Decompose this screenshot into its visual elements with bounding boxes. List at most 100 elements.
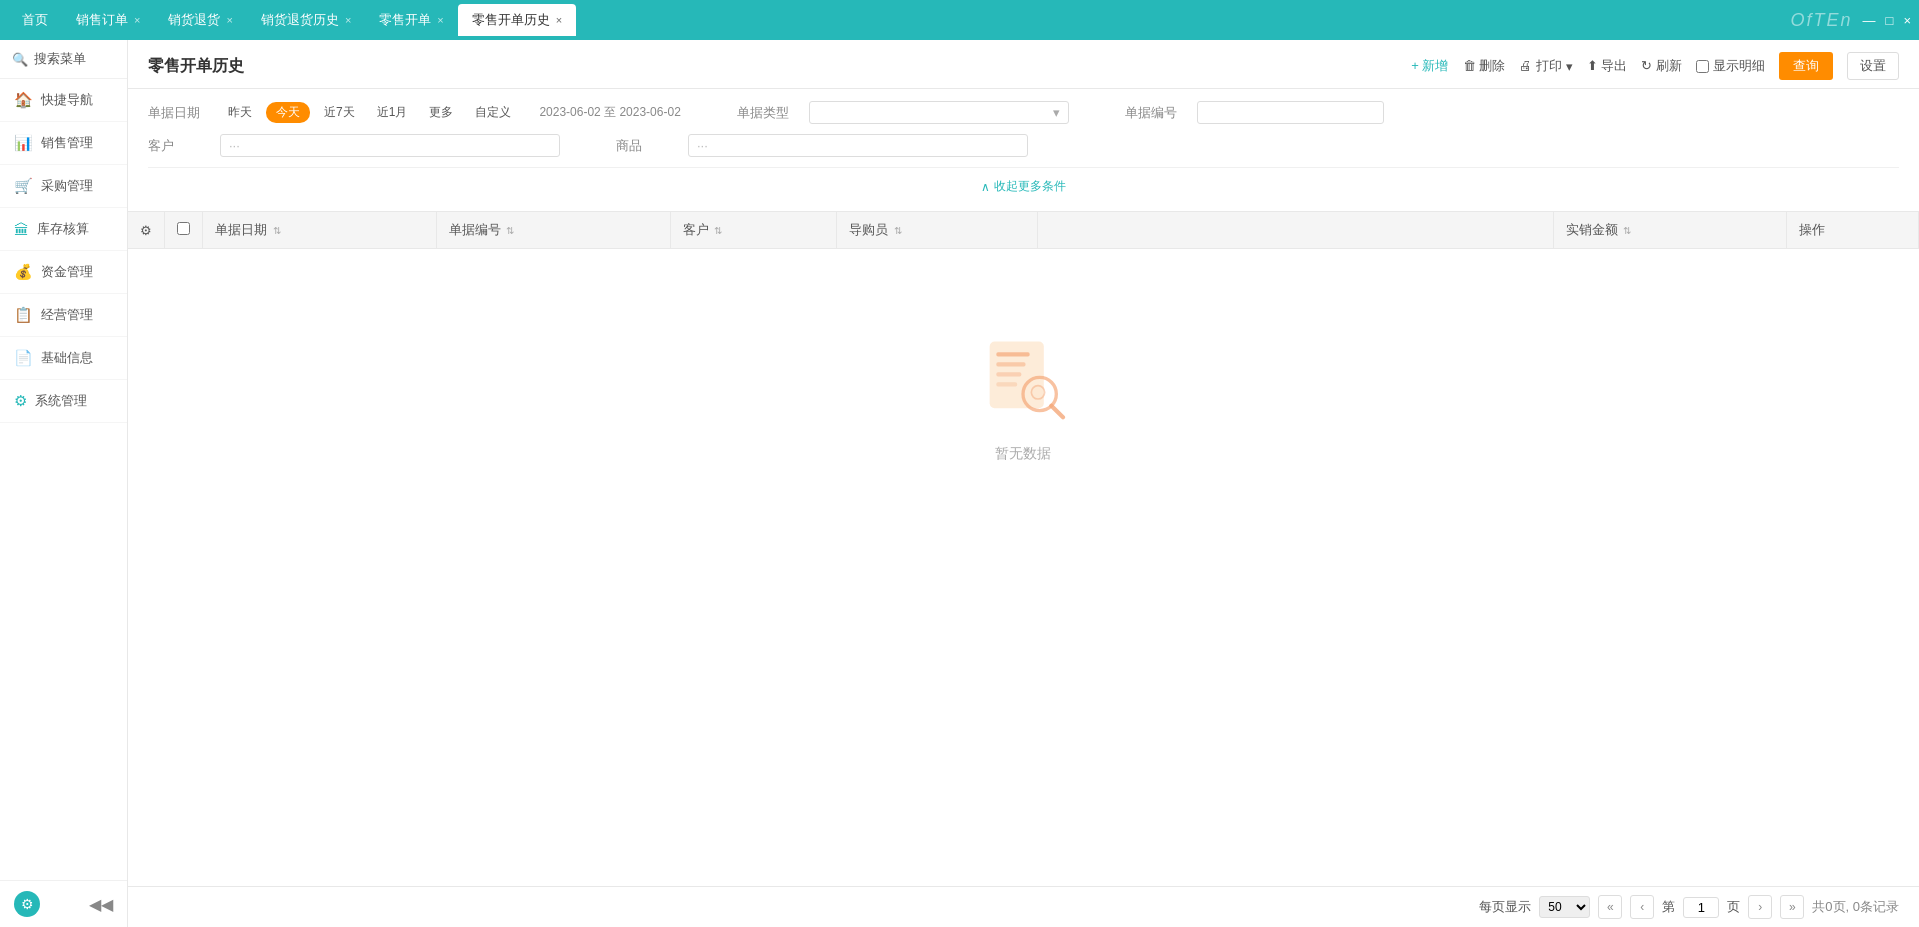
sort-billno-icon[interactable]: ⇅ [506,225,514,236]
content-area: 零售开单历史 + 新增 🗑 删除 🖨 打印 ▾ ⬆ 导出 ↻ 刷新 显示明细 查… [128,40,1919,927]
sidebar-collapse-button[interactable]: ◀◀ [89,895,113,914]
sidebar-item-basic-info[interactable]: 📄 基础信息 [0,337,127,380]
date-opt-today[interactable]: 今天 [266,102,310,123]
tab-sales-return-history[interactable]: 销货退货历史 × [247,4,365,36]
table-container: ⚙ 单据日期 ⇅ 单据编号 ⇅ 客户 [128,212,1919,886]
bill-type-label: 单据类型 [737,104,793,122]
per-page-label: 每页显示 [1479,898,1531,916]
tab-close-sales-return[interactable]: × [226,14,232,26]
prev-page-btn[interactable]: ‹ [1630,895,1654,919]
customer-label: 客户 [148,137,204,155]
inventory-icon: 🏛 [14,221,29,238]
filter-row-1: 单据日期 昨天 今天 近7天 近1月 更多 自定义 2023-06-02 至 2… [148,101,1899,124]
last-page-btn[interactable]: » [1780,895,1804,919]
date-opt-1month[interactable]: 近1月 [369,102,416,123]
sort-date-icon[interactable]: ⇅ [273,225,281,236]
bill-type-select[interactable]: ▾ [809,101,1069,124]
sort-customer-icon[interactable]: ⇅ [714,225,722,236]
print-button[interactable]: 🖨 打印 ▾ [1519,57,1573,75]
sidebar-gear-button[interactable]: ⚙ [14,891,40,917]
query-button[interactable]: 查询 [1779,52,1833,80]
sales-icon: 📊 [14,134,33,152]
date-opt-7days[interactable]: 近7天 [316,102,363,123]
pagination-bar: 每页显示 50 10 20 100 « ‹ 第 页 › » 共0页, 0条记录 [128,886,1919,927]
collapse-filter-btn[interactable]: ∧ 收起更多条件 [148,174,1899,199]
col-settings[interactable]: ⚙ [128,212,165,249]
basicinfo-icon: 📄 [14,349,33,367]
tab-close-retail-open[interactable]: × [437,14,443,26]
sidebar-item-purchase-mgmt[interactable]: 🛒 采购管理 [0,165,127,208]
filter-row-2: 客户 ··· 商品 ··· [148,134,1899,157]
svg-rect-4 [997,382,1018,386]
customer-select[interactable]: ··· [220,134,560,157]
page-number-input[interactable] [1683,897,1719,918]
page-label: 第 [1662,898,1675,916]
display-detail-checkbox[interactable]: 显示明细 [1696,57,1765,75]
tab-retail-open[interactable]: 零售开单 × [365,4,457,36]
settings-button[interactable]: 设置 [1847,52,1899,80]
data-table: ⚙ 单据日期 ⇅ 单据编号 ⇅ 客户 [128,212,1919,543]
detail-checkbox-input[interactable] [1696,60,1709,73]
refresh-button[interactable]: ↻ 刷新 [1641,57,1682,75]
top-tabbar: 首页 销售订单 × 销货退货 × 销货退货历史 × 零售开单 × 零售开单历史 … [0,0,1919,40]
date-opt-custom[interactable]: 自定义 [467,102,519,123]
sidebar-search[interactable]: 🔍 搜索菜单 [0,40,127,79]
date-opt-yesterday[interactable]: 昨天 [220,102,260,123]
sidebar-item-quick-nav[interactable]: 🏠 快捷导航 [0,79,127,122]
operations-icon: 📋 [14,306,33,324]
export-button[interactable]: ⬆ 导出 [1587,57,1628,75]
product-select[interactable]: ··· [688,134,1028,157]
tab-close-retail-open-history[interactable]: × [556,14,562,26]
date-filter-label: 单据日期 [148,104,204,122]
first-page-btn[interactable]: « [1598,895,1622,919]
main-layout: 🔍 搜索菜单 🏠 快捷导航 📊 销售管理 🛒 采购管理 🏛 库存核算 💰 资金管… [0,40,1919,927]
search-icon: 🔍 [12,52,28,67]
svg-point-7 [1032,386,1045,399]
tab-sales-return[interactable]: 销货退货 × [154,4,246,36]
page-header: 零售开单历史 + 新增 🗑 删除 🖨 打印 ▾ ⬆ 导出 ↻ 刷新 显示明细 查… [128,40,1919,89]
finance-icon: 💰 [14,263,33,281]
home-icon: 🏠 [14,91,33,109]
filter-divider [148,167,1899,168]
window-min-btn[interactable]: — [1863,13,1876,28]
col-action: 操作 [1787,212,1919,249]
bill-no-label: 单据编号 [1125,104,1181,122]
sidebar-item-sales-mgmt[interactable]: 📊 销售管理 [0,122,127,165]
svg-line-6 [1052,406,1064,418]
bill-no-input[interactable] [1197,101,1384,124]
add-button[interactable]: + 新增 [1411,57,1448,75]
sort-amount-icon[interactable]: ⇅ [1623,225,1631,236]
col-amount: 实销金额 ⇅ [1553,212,1787,249]
collapse-icon: ∧ [981,180,990,194]
window-close-btn[interactable]: × [1903,13,1911,28]
svg-rect-3 [997,372,1022,376]
sidebar-item-finance[interactable]: 💰 资金管理 [0,251,127,294]
next-page-btn[interactable]: › [1748,895,1772,919]
window-max-btn[interactable]: □ [1886,13,1894,28]
tab-close-sales-order[interactable]: × [134,14,140,26]
select-all-checkbox[interactable] [177,222,190,235]
svg-rect-1 [997,352,1030,356]
tab-close-sales-return-history[interactable]: × [345,14,351,26]
table-header-row: ⚙ 单据日期 ⇅ 单据编号 ⇅ 客户 [128,212,1919,249]
sidebar-bottom: ⚙ ◀◀ [0,880,127,927]
sidebar-item-operations[interactable]: 📋 经营管理 [0,294,127,337]
tab-retail-open-history[interactable]: 零售开单历史 × [458,4,576,36]
empty-state: 暂无数据 [128,249,1919,543]
tab-sales-order[interactable]: 销售订单 × [62,4,154,36]
date-range-display: 2023-06-02 至 2023-06-02 [539,104,680,121]
brand-label: OfTEn [1791,10,1853,31]
empty-text: 暂无数据 [995,445,1051,463]
sidebar-item-system-mgmt[interactable]: ⚙ 系统管理 [0,380,127,423]
delete-button[interactable]: 🗑 删除 [1463,57,1506,75]
sort-salesperson-icon[interactable]: ⇅ [894,225,902,236]
date-opt-more[interactable]: 更多 [421,102,461,123]
tab-home[interactable]: 首页 [8,4,62,36]
col-checkbox[interactable] [165,212,203,249]
window-controls: OfTEn — □ × [1791,10,1911,31]
col-customer: 客户 ⇅ [670,212,837,249]
per-page-select[interactable]: 50 10 20 100 [1539,896,1590,918]
page-total: 共0页, 0条记录 [1812,898,1899,916]
bill-type-dropdown-icon: ▾ [1053,105,1060,120]
sidebar-item-inventory[interactable]: 🏛 库存核算 [0,208,127,251]
